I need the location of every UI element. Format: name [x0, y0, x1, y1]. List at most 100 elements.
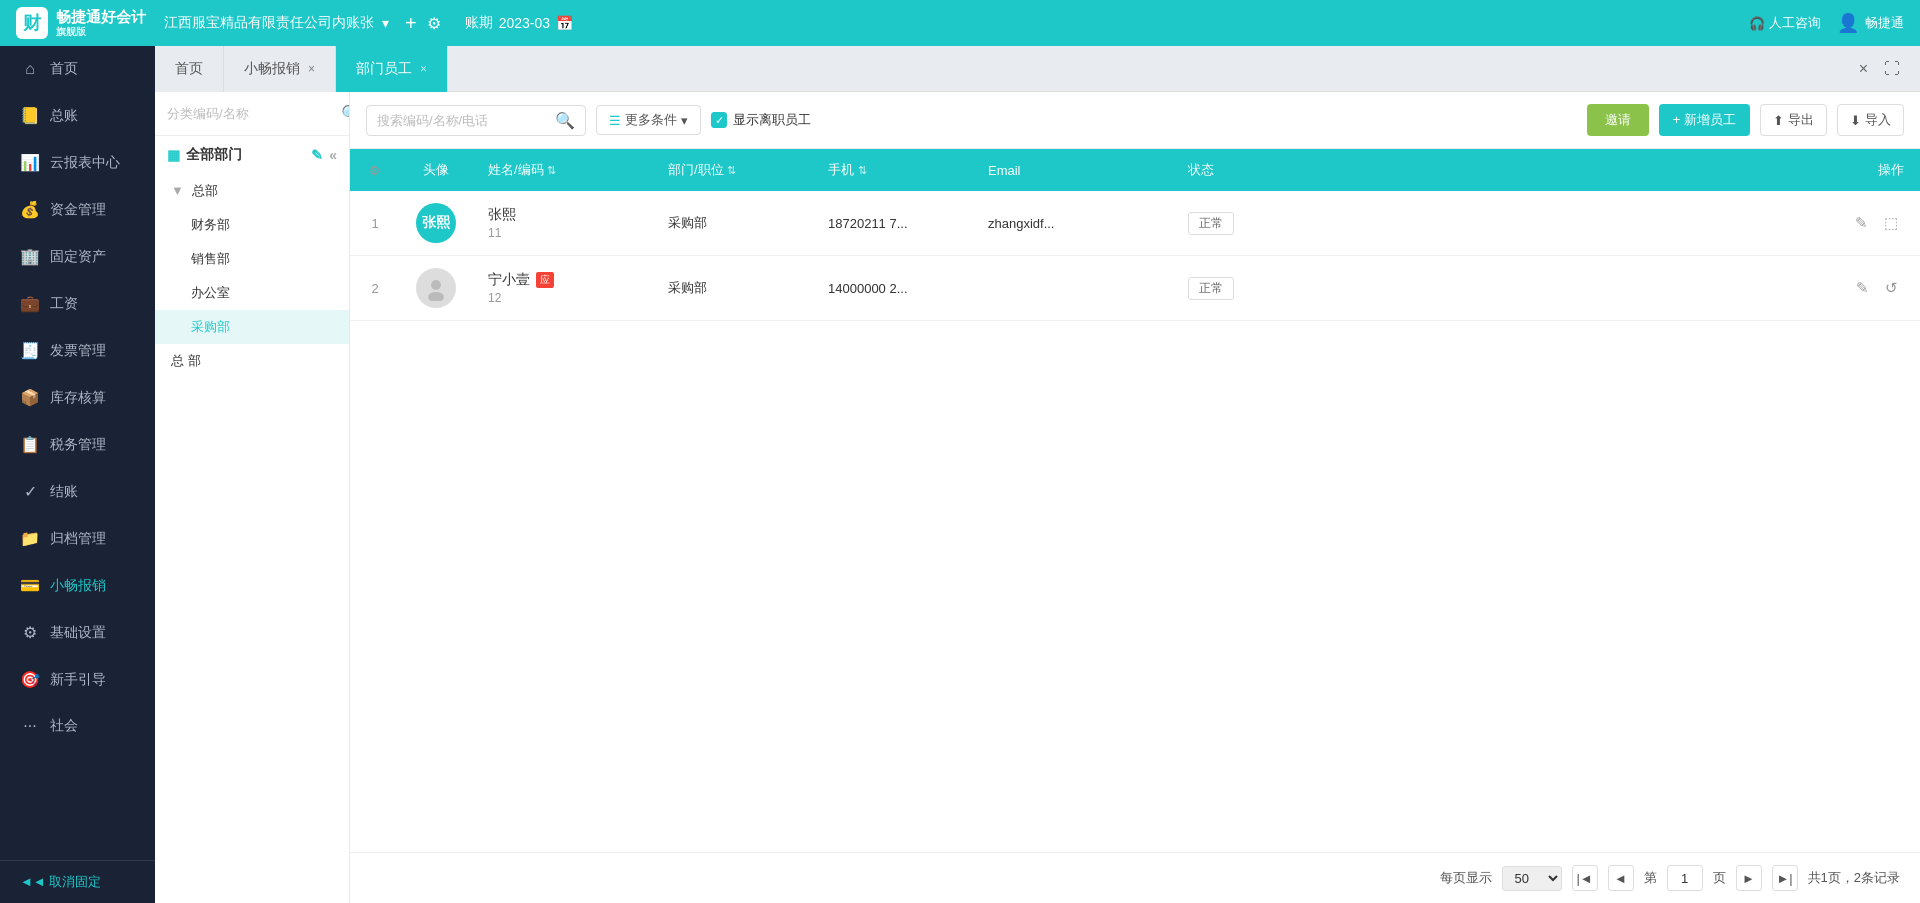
dept-node-bangong[interactable]: 办公室	[155, 276, 349, 310]
app-name: 畅捷通好会计	[56, 9, 146, 26]
sidebar-item-tax[interactable]: 📋 税务管理	[0, 421, 155, 468]
search-icon[interactable]: 🔍	[555, 111, 575, 130]
dept-node-xiaoshou[interactable]: 销售部	[155, 242, 349, 276]
sidebar-item-home[interactable]: ⌂ 首页	[0, 46, 155, 92]
th-settings[interactable]: ⚙	[350, 149, 400, 191]
checkbox-checked-icon: ✓	[711, 112, 727, 128]
sidebar-item-assets[interactable]: 🏢 固定资产	[0, 233, 155, 280]
sidebar-item-ledger[interactable]: 📒 总账	[0, 92, 155, 139]
more-icon: ···	[20, 717, 40, 735]
dept-node-caigou[interactable]: 采购部	[155, 310, 349, 344]
sidebar-item-expense[interactable]: 💳 小畅报销	[0, 562, 155, 609]
settings-button[interactable]: ⚙	[427, 14, 441, 33]
tab-employee-close[interactable]: ×	[420, 62, 427, 76]
row1-avatar-cell: 张熙	[400, 191, 472, 256]
tab-minimize-button[interactable]: ×	[1855, 56, 1872, 82]
sidebar-item-more[interactable]: ··· 社会	[0, 703, 155, 749]
sidebar-label-ledger: 总账	[50, 107, 78, 125]
th-status: 状态	[1172, 149, 1272, 191]
th-email: Email	[972, 149, 1172, 191]
row1-edit-button[interactable]: ✎	[1849, 212, 1874, 234]
employee-table: ⚙ 头像 姓名/编码 ⇅ 部门/职位 ⇅	[350, 149, 1920, 852]
page-next-button[interactable]: ►	[1736, 865, 1762, 891]
invite-button[interactable]: 邀请	[1587, 104, 1649, 136]
filter-button[interactable]: ☰ 更多条件 ▾	[596, 105, 701, 135]
show-resigned-toggle[interactable]: ✓ 显示离职员工	[711, 111, 811, 129]
period-value: 2023-03	[499, 15, 550, 31]
guide-icon: 🎯	[20, 670, 40, 689]
row1-status: 正常	[1172, 191, 1272, 256]
row2-name-cell: 宁小壹 应 12	[472, 256, 652, 321]
row2-edit-button[interactable]: ✎	[1850, 277, 1875, 299]
th-name[interactable]: 姓名/编码 ⇅	[472, 149, 652, 191]
page-last-button[interactable]: ►|	[1772, 865, 1798, 891]
sidebar-label-tax: 税务管理	[50, 436, 106, 454]
page-prev-button[interactable]: ◄	[1608, 865, 1634, 891]
row1-email: zhangxidf...	[972, 191, 1172, 256]
sidebar-item-reports[interactable]: 📊 云报表中心	[0, 139, 155, 186]
th-phone-label: 手机	[828, 162, 854, 177]
collapse-icon[interactable]: «	[329, 147, 337, 163]
tab-employee[interactable]: 部门员工 ×	[336, 46, 448, 92]
all-dept-header[interactable]: ▦ 全部部门 ✎ «	[155, 136, 349, 174]
th-phone[interactable]: 手机 ⇅	[812, 149, 972, 191]
tab-fullscreen-button[interactable]: ⛶	[1880, 56, 1904, 82]
th-dept[interactable]: 部门/职位 ⇅	[652, 149, 812, 191]
sidebar-item-inventory[interactable]: 📦 库存核算	[0, 374, 155, 421]
per-page-select[interactable]: 10 20 50 100	[1502, 866, 1562, 891]
home-icon: ⌂	[20, 60, 40, 78]
edit-icon[interactable]: ✎	[311, 147, 323, 163]
import-button[interactable]: ⬇ 导入	[1837, 104, 1904, 136]
export-icon: ⬆	[1773, 113, 1784, 128]
user-name: 畅捷通	[1865, 14, 1904, 32]
dept-search-input[interactable]	[167, 106, 335, 121]
tab-home[interactable]: 首页	[155, 46, 224, 92]
page-first-button[interactable]: |◄	[1572, 865, 1598, 891]
user-area[interactable]: 👤 畅捷通	[1837, 12, 1904, 34]
tab-expense-close[interactable]: ×	[308, 62, 315, 76]
page-label: 第	[1644, 869, 1657, 887]
archive-icon: 📁	[20, 529, 40, 548]
payroll-icon: 💼	[20, 294, 40, 313]
dept-node-caiwu[interactable]: 财务部	[155, 208, 349, 242]
default-avatar-icon	[423, 275, 449, 301]
invoice-icon: 🧾	[20, 341, 40, 360]
th-dept-label: 部门/职位	[668, 162, 724, 177]
tab-expense[interactable]: 小畅报销 ×	[224, 46, 336, 92]
company-selector[interactable]: 江西服宝精品有限责任公司内账张 ▾	[164, 14, 389, 32]
page-number-input[interactable]	[1667, 865, 1703, 891]
dept-node-zongbu2[interactable]: 总 部	[155, 344, 349, 378]
row1-logout-button[interactable]: ⬚	[1878, 212, 1904, 234]
dept-search-icon[interactable]: 🔍	[341, 104, 350, 123]
row2-dept: 采购部	[652, 256, 812, 321]
sidebar-item-invoice[interactable]: 🧾 发票管理	[0, 327, 155, 374]
row2-name: 宁小壹	[488, 271, 530, 289]
sidebar-item-funds[interactable]: 💰 资金管理	[0, 186, 155, 233]
sidebar-item-archive[interactable]: 📁 归档管理	[0, 515, 155, 562]
sidebar-label-settings: 基础设置	[50, 624, 106, 642]
calendar-icon[interactable]: 📅	[556, 15, 573, 31]
table-header-row: ⚙ 头像 姓名/编码 ⇅ 部门/职位 ⇅	[350, 149, 1920, 191]
cancel-pin-button[interactable]: ◄◄ 取消固定	[0, 860, 155, 903]
filter-label: 更多条件	[625, 111, 677, 129]
row2-delete-button[interactable]: ↺	[1879, 277, 1904, 299]
add-employee-button[interactable]: + 新增员工	[1659, 104, 1750, 136]
sidebar-item-guide[interactable]: 🎯 新手引导	[0, 656, 155, 703]
import-icon: ⬇	[1850, 113, 1861, 128]
dept-node-zongbu[interactable]: ▼ 总部	[155, 174, 349, 208]
reports-icon: 📊	[20, 153, 40, 172]
filter-icon: ☰	[609, 113, 621, 128]
support-button[interactable]: 🎧 人工咨询	[1749, 14, 1821, 32]
export-button[interactable]: ⬆ 导出	[1760, 104, 1827, 136]
employee-search-input[interactable]	[377, 113, 549, 128]
add-button[interactable]: +	[405, 12, 417, 35]
employee-search-box: 🔍	[366, 105, 586, 136]
app-logo: 财 畅捷通好会计 旗舰版	[16, 7, 156, 39]
sidebar-item-settings[interactable]: ⚙ 基础设置	[0, 609, 155, 656]
status-badge: 正常	[1188, 277, 1234, 300]
sidebar-label-more: 社会	[50, 717, 78, 735]
sidebar-item-payroll[interactable]: 💼 工资	[0, 280, 155, 327]
sidebar-item-checkout[interactable]: ✓ 结账	[0, 468, 155, 515]
row2-num: 2	[350, 256, 400, 321]
row1-code: 11	[488, 226, 636, 240]
